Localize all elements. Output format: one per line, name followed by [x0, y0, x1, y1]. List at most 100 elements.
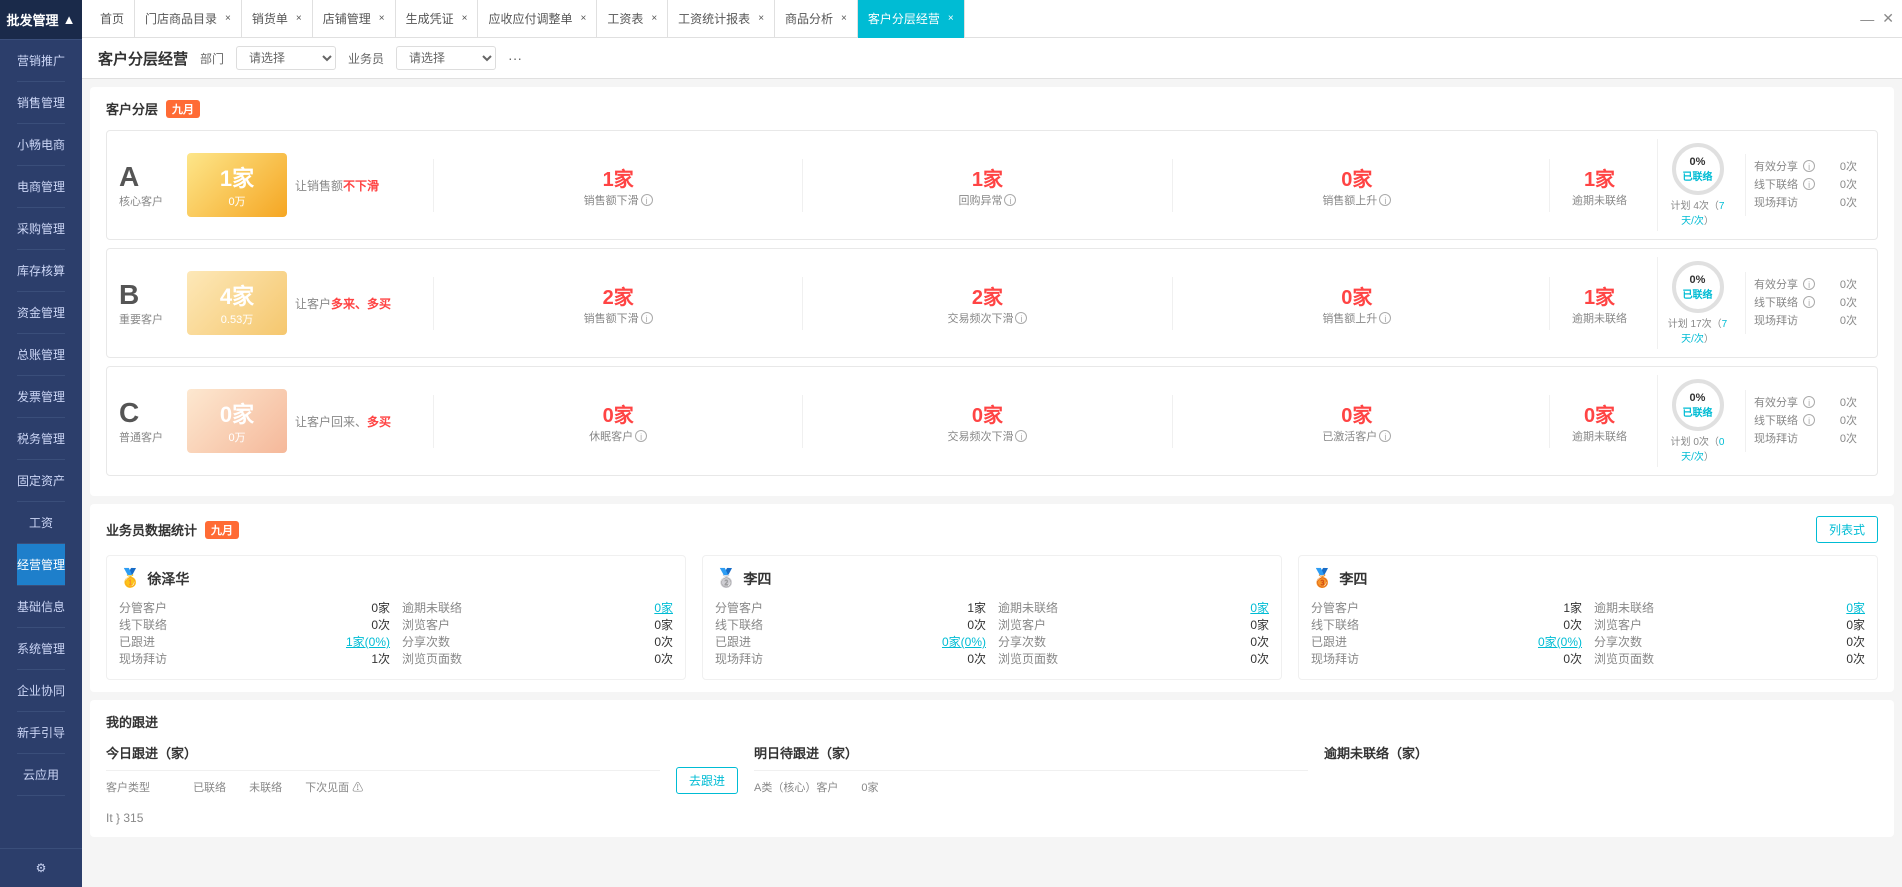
sidebar-item-shuiwu[interactable]: 税务管理 [17, 418, 65, 460]
tab-close-shop[interactable]: × [379, 13, 385, 24]
tab-close-goods_analysis[interactable]: × [841, 13, 847, 24]
sidebar-item-caigou[interactable]: 采购管理 [17, 208, 65, 250]
sidebar-item-xitong[interactable]: 系统管理 [17, 628, 65, 670]
sidebar-item-jichu[interactable]: 基础信息 [17, 586, 65, 628]
biz-stats-title: 业务员数据统计 九月 [106, 520, 239, 539]
customer-tier-section: 客户分层 九月 A 核心客户 1家 0万 让销售额不下滑 1家 销售额下滑 i [90, 87, 1894, 496]
tier-metric-0-1[interactable]: 1家 回购异常 i [802, 159, 1171, 212]
list-view-button[interactable]: 列表式 [1816, 516, 1878, 543]
agent-stat-0-7: 浏览页面数 0次 [402, 650, 673, 667]
dept-select[interactable]: 请选择 [236, 46, 336, 70]
sidebar-item-dianshang[interactable]: 电商管理 [17, 166, 65, 208]
agent-stat-2-7: 浏览页面数 0次 [1594, 650, 1865, 667]
agent-select[interactable]: 请选择 [396, 46, 496, 70]
right-stat-现场拜访: 现场拜访 0次 [1754, 430, 1857, 446]
tab-sales[interactable]: 销货单× [242, 0, 313, 38]
tier-count-box-b[interactable]: 4家 0.53万 [187, 271, 287, 335]
agent-card-0: 🥇 徐泽华 分管客户 0家 线下联络 0次 已跟进 1家(0%) 现场拜访 1次… [106, 555, 686, 680]
customer-tier-title: 客户分层 九月 [106, 99, 1878, 118]
tab-receivable[interactable]: 应收应付调整单× [478, 0, 597, 38]
tier-metric-2-2[interactable]: 0家 已激活客户 i [1172, 395, 1541, 448]
goto-follow-button[interactable]: 去跟进 [676, 767, 738, 794]
info-icon[interactable]: i [641, 194, 653, 206]
tab-customer_tier[interactable]: 客户分层经营× [858, 0, 965, 38]
agent-stat-2-3: 现场拜访 0次 [1311, 650, 1582, 667]
tab-close-payroll_report[interactable]: × [758, 13, 764, 24]
close-icon[interactable]: ✕ [1882, 10, 1894, 27]
sidebar-item-xiaoshou[interactable]: 销售管理 [17, 82, 65, 124]
sidebar-item-xinshou[interactable]: 新手引导 [17, 712, 65, 754]
sidebar-item-zonzhang[interactable]: 总账管理 [17, 334, 65, 376]
tab-close-products[interactable]: × [225, 13, 231, 24]
tier-circle-b: 0% 已联络 计划 17次（7天/次） [1657, 257, 1737, 349]
tier-metric-2-1[interactable]: 0家 交易频次下滑 i [802, 395, 1171, 448]
info-icon[interactable]: i [635, 430, 647, 442]
tier-overdue-a[interactable]: 1家 逾期未联络 [1549, 159, 1649, 212]
sidebar-item-kucun[interactable]: 库存核算 [17, 250, 65, 292]
info-icon[interactable]: i [1379, 430, 1391, 442]
tier-metric-1-1[interactable]: 2家 交易频次下滑 i [802, 277, 1171, 330]
tier-right-stats-c: 有效分享 i 0次 线下联络 i 0次 现场拜访 0次 [1745, 390, 1865, 452]
right-stat-有效分享: 有效分享 i 0次 [1754, 158, 1857, 174]
tab-close-voucher[interactable]: × [462, 13, 468, 24]
tab-close-receivable[interactable]: × [580, 13, 586, 24]
tab-close-sales[interactable]: × [296, 13, 302, 24]
info-icon[interactable]: i [1379, 194, 1391, 206]
tier-metric-1-0[interactable]: 2家 销售额下滑 i [433, 277, 802, 330]
tier-label-b: B 重要客户 [119, 279, 179, 327]
agent-header-1: 🥈 李四 [715, 568, 1269, 589]
tier-count-box-c[interactable]: 0家 0万 [187, 389, 287, 453]
tab-payroll_report[interactable]: 工资统计报表× [668, 0, 775, 38]
more-filters-icon[interactable]: ··· [508, 50, 522, 66]
tab-goods_analysis[interactable]: 商品分析× [775, 0, 858, 38]
tier-metric-1-2[interactable]: 0家 销售额上升 i [1172, 277, 1541, 330]
tier-overdue-c[interactable]: 0家 逾期未联络 [1549, 395, 1649, 448]
tier-plan-b: 计划 17次（7天/次） [1666, 315, 1729, 345]
agent-col1-0: 分管客户 0家 线下联络 0次 已跟进 1家(0%) 现场拜访 1次 [119, 599, 390, 667]
sidebar-gear-item[interactable]: ⚙ [0, 848, 82, 887]
tab-close-payroll[interactable]: × [651, 13, 657, 24]
sidebar-item-yun[interactable]: 云应用 [17, 754, 65, 796]
tab-close-customer_tier[interactable]: × [948, 13, 954, 24]
sidebar-item-qiye[interactable]: 企业协同 [17, 670, 65, 712]
sidebar-item-xiaodian[interactable]: 小畅电商 [17, 124, 65, 166]
tier-label-c: C 普通客户 [119, 397, 179, 445]
agent-stat-1-5: 浏览客户 0家 [998, 616, 1269, 633]
sidebar: 批发管理 ▲ 营销推广销售管理小畅电商电商管理采购管理库存核算资金管理总账管理发… [0, 0, 82, 887]
tier-count-box-a[interactable]: 1家 0万 [187, 153, 287, 217]
info-icon[interactable]: i [641, 312, 653, 324]
info-icon[interactable]: i [1379, 312, 1391, 324]
sidebar-item-guding[interactable]: 固定资产 [17, 460, 65, 502]
today-follow-box: 今日跟进（家） 客户类型 已联络 未联络 下次见面 ⚠ [106, 743, 660, 795]
info-icon[interactable]: i [1015, 312, 1027, 324]
info-icon[interactable]: i [1004, 194, 1016, 206]
agent-label: 业务员 [348, 50, 384, 67]
agent-stat-2-1: 线下联络 0次 [1311, 616, 1582, 633]
follow-section-title: 我的跟进 [106, 712, 1878, 731]
tier-metric-0-2[interactable]: 0家 销售额上升 i [1172, 159, 1541, 212]
tab-products[interactable]: 门店商品目录× [135, 0, 242, 38]
sidebar-brand[interactable]: 批发管理 ▲ [0, 0, 82, 40]
tab-voucher[interactable]: 生成凭证× [396, 0, 479, 38]
window-controls[interactable]: — ✕ [1860, 10, 1894, 27]
minimize-icon[interactable]: — [1860, 11, 1874, 27]
sidebar-item-yingxiao[interactable]: 营销推广 [17, 40, 65, 82]
tab-payroll[interactable]: 工资表× [597, 0, 668, 38]
agent-card-2: 🥉 李四 分管客户 1家 线下联络 0次 已跟进 0家(0%) 现场拜访 0次 … [1298, 555, 1878, 680]
tier-metric-2-0[interactable]: 0家 休眠客户 i [433, 395, 802, 448]
agent-name-2: 李四 [1339, 569, 1367, 589]
follow-section: 我的跟进 今日跟进（家） 客户类型 已联络 未联络 下次见面 ⚠ 去跟进 明日待… [90, 700, 1894, 837]
tier-metric-0-0[interactable]: 1家 销售额下滑 i [433, 159, 802, 212]
tab-shop[interactable]: 店铺管理× [313, 0, 396, 38]
tab-home[interactable]: 首页 [90, 0, 135, 38]
tier-overdue-b[interactable]: 1家 逾期未联络 [1549, 277, 1649, 330]
sidebar-item-fapiao[interactable]: 发票管理 [17, 376, 65, 418]
sidebar-item-gongzi[interactable]: 工资 [17, 502, 65, 544]
sidebar-item-zijin[interactable]: 资金管理 [17, 292, 65, 334]
agent-grid: 🥇 徐泽华 分管客户 0家 线下联络 0次 已跟进 1家(0%) 现场拜访 1次… [106, 555, 1878, 680]
sidebar-item-jingying[interactable]: 经营管理 [17, 544, 65, 586]
agent-stat-2-6: 分享次数 0次 [1594, 633, 1865, 650]
info-icon[interactable]: i [1015, 430, 1027, 442]
circle-chart-c: 0% 已联络 [1672, 379, 1724, 431]
tier-row-c: C 普通客户 0家 0万 让客户回来、多买 0家 休眠客户 i 0家 [106, 366, 1878, 476]
